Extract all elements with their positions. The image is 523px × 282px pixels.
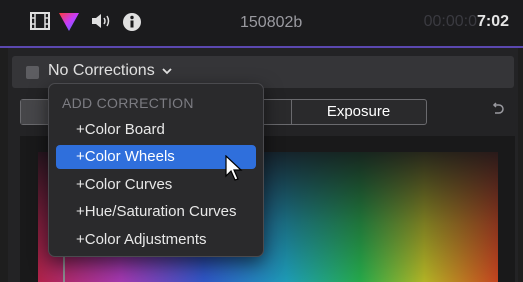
timecode-dim: 00:00:0 xyxy=(423,13,477,30)
info-icon[interactable] xyxy=(122,12,142,32)
menu-header: ADD CORRECTION xyxy=(62,95,194,111)
mouse-pointer-icon xyxy=(225,155,243,181)
clip-name: 150802b xyxy=(240,14,303,31)
speaker-icon[interactable] xyxy=(90,12,114,30)
correction-enable-checkbox[interactable] xyxy=(26,66,39,79)
film-strip-icon[interactable] xyxy=(30,12,50,30)
corrections-label: No Corrections xyxy=(48,62,155,79)
menu-item-hue-saturation-curves[interactable]: +Hue/Saturation Curves xyxy=(56,200,256,224)
reset-icon[interactable] xyxy=(490,102,504,116)
corrections-popup[interactable]: No Corrections xyxy=(48,62,172,80)
color-triangle-icon[interactable] xyxy=(58,12,80,32)
menu-item-color-board[interactable]: +Color Board xyxy=(56,118,256,142)
tab-color[interactable] xyxy=(21,100,51,124)
timecode: 00:00:07:02 xyxy=(424,13,509,31)
tab-exposure[interactable]: Exposure xyxy=(292,100,425,124)
chevron-down-icon xyxy=(162,68,172,75)
timecode-bright: 7:02 xyxy=(476,13,509,30)
inspector-toolbar: 150802b 00:00:07:02 xyxy=(0,0,523,48)
menu-item-color-adjustments[interactable]: +Color Adjustments xyxy=(56,228,256,252)
